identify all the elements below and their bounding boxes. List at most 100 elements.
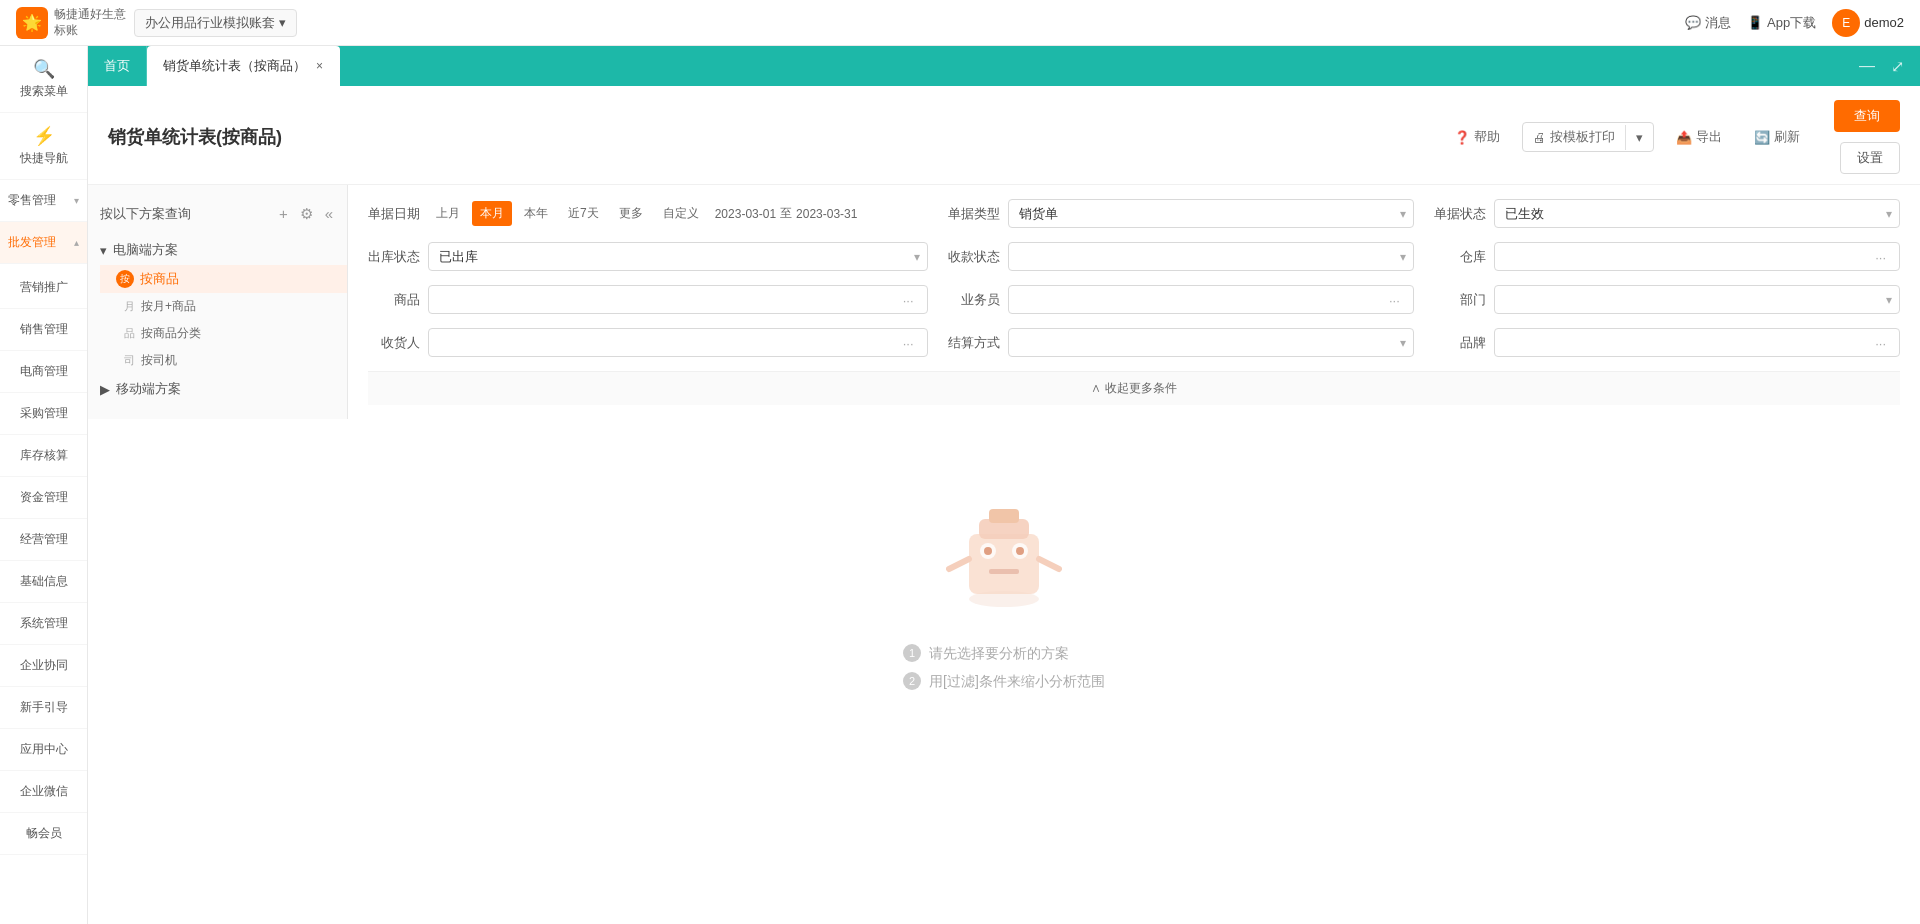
sidebar: 🔍 搜索菜单 ⚡ 快捷导航 零售管理 ▾ 批发管理 ▴ 营销推广 销售管理 电商… — [0, 46, 88, 924]
sidebar-item-basics[interactable]: 基础信息 — [0, 561, 87, 603]
content-area: 首页 销货单统计表（按商品） × — ⤢ 销货单统计表(按商品) ❓ — [88, 46, 1920, 924]
empty-state-illustration — [944, 499, 1064, 619]
product-input[interactable] — [428, 285, 928, 314]
tip1-text: 请先选择要分析的方案 — [929, 639, 1069, 667]
bill-type-select[interactable]: 销货单 — [1008, 199, 1414, 228]
filter-panel: 按以下方案查询 + ⚙ « ▾ 电脑端方案 — [88, 185, 1920, 419]
ecommerce-label: 电商管理 — [20, 364, 68, 378]
empty-tip-2: 2 用[过滤]条件来缩小分析范围 — [903, 667, 1105, 695]
bill-status-select[interactable]: 已生效 — [1494, 199, 1900, 228]
warehouse-label: 仓库 — [1434, 248, 1494, 266]
industry-selector[interactable]: 办公用品行业模拟账套 ▾ — [134, 9, 297, 37]
sidebar-item-quick-nav[interactable]: ⚡ 快捷导航 — [0, 113, 87, 180]
export-button[interactable]: 📤 导出 — [1666, 123, 1732, 151]
top-header: 🌟 畅捷通好生意 标账 办公用品行业模拟账套 ▾ 💬 消息 📱 App下载 E … — [0, 0, 1920, 46]
sidebar-item-purchase[interactable]: 采购管理 — [0, 393, 87, 435]
message-button[interactable]: 💬 消息 — [1685, 14, 1731, 32]
tab-sales-stats[interactable]: 销货单统计表（按商品） × — [147, 46, 340, 86]
date-tab-more[interactable]: 更多 — [611, 201, 651, 226]
help-button[interactable]: ❓ 帮助 — [1444, 123, 1510, 151]
sidebar-item-system[interactable]: 系统管理 — [0, 603, 87, 645]
sidebar-item-marketing[interactable]: 营销推广 — [0, 264, 87, 309]
print-dropdown-button[interactable]: ▾ — [1625, 125, 1653, 150]
tree-item-driver[interactable]: 司 按司机 — [100, 347, 347, 374]
industry-label: 办公用品行业模拟账套 — [145, 14, 275, 32]
tree-item-by-product[interactable]: 按 按商品 — [100, 265, 347, 293]
sidebar-item-finance[interactable]: 资金管理 — [0, 477, 87, 519]
date-tab-current-month[interactable]: 本月 — [472, 201, 512, 226]
sidebar-item-members[interactable]: 畅会员 — [0, 813, 87, 855]
sidebar-item-search[interactable]: 🔍 搜索菜单 — [0, 46, 87, 113]
operations-label: 经营管理 — [20, 532, 68, 546]
collapse-scheme-icon[interactable]: « — [323, 203, 335, 225]
payment-select[interactable] — [1008, 328, 1414, 357]
wholesale-label: 批发管理 — [8, 234, 56, 251]
refresh-button[interactable]: 🔄 刷新 — [1744, 123, 1810, 151]
refresh-icon: 🔄 — [1754, 130, 1770, 145]
dept-select[interactable] — [1494, 285, 1900, 314]
sidebar-item-corp-wechat[interactable]: 企业微信 — [0, 771, 87, 813]
print-button[interactable]: 🖨 按模板打印 — [1523, 123, 1625, 151]
product-dots-icon[interactable]: ··· — [897, 292, 920, 307]
sidebar-item-app-center[interactable]: 应用中心 — [0, 729, 87, 771]
sidebar-item-sales[interactable]: 销售管理 — [0, 309, 87, 351]
sidebar-item-operations[interactable]: 经营管理 — [0, 519, 87, 561]
tree-item-category-icon: 品 — [124, 326, 135, 341]
sidebar-item-retail[interactable]: 零售管理 ▾ — [0, 180, 87, 222]
basics-label: 基础信息 — [20, 574, 68, 588]
warehouse-dots-icon[interactable]: ··· — [1869, 249, 1892, 264]
sidebar-item-wholesale[interactable]: 批发管理 ▴ — [0, 222, 87, 264]
add-scheme-icon[interactable]: + — [277, 203, 290, 225]
date-tab-last-month[interactable]: 上月 — [428, 201, 468, 226]
print-icon: 🖨 — [1533, 130, 1546, 145]
sidebar-item-onboarding[interactable]: 新手引导 — [0, 687, 87, 729]
receiver-input[interactable] — [428, 328, 928, 357]
app-download-button[interactable]: 📱 App下载 — [1747, 14, 1816, 32]
tree-mobile-section[interactable]: ▶ 移动端方案 — [88, 374, 347, 404]
receiver-dots-icon[interactable]: ··· — [897, 335, 920, 350]
retail-label: 零售管理 — [8, 192, 56, 209]
purchase-label: 采购管理 — [20, 406, 68, 420]
filter-date: 单据日期 上月 本月 本年 近7天 更多 — [368, 201, 928, 226]
tree-pc-label: 电脑端方案 — [113, 241, 178, 259]
staff-dots-icon[interactable]: ··· — [1383, 292, 1406, 307]
filter-receiver: 收货人 ··· — [368, 328, 928, 357]
out-status-select[interactable]: 已出库 — [428, 242, 928, 271]
sidebar-item-ecommerce[interactable]: 电商管理 — [0, 351, 87, 393]
search-icon: 🔍 — [4, 58, 83, 80]
tab-minimize-icon[interactable]: — — [1855, 53, 1879, 79]
brand-dots-icon[interactable]: ··· — [1869, 335, 1892, 350]
date-label: 单据日期 — [368, 205, 428, 223]
tab-home[interactable]: 首页 — [88, 46, 147, 86]
collect-status-select[interactable] — [1008, 242, 1414, 271]
date-tab-custom[interactable]: 自定义 — [655, 201, 707, 226]
sidebar-item-inventory[interactable]: 库存核算 — [0, 435, 87, 477]
date-tab-current-year[interactable]: 本年 — [516, 201, 556, 226]
filter-left-header: 按以下方案查询 + ⚙ « — [88, 197, 347, 235]
query-button[interactable]: 查询 — [1834, 100, 1900, 132]
tab-home-label: 首页 — [104, 57, 130, 75]
tab-sales-stats-label: 销货单统计表（按商品） — [163, 57, 306, 75]
staff-input[interactable] — [1008, 285, 1414, 314]
collapse-bar[interactable]: ∧ 收起更多条件 — [368, 371, 1900, 405]
out-status-label: 出库状态 — [368, 248, 428, 266]
tree-mobile-expand-icon: ▶ — [100, 382, 110, 397]
header-left: 🌟 畅捷通好生意 标账 办公用品行业模拟账套 ▾ — [16, 7, 297, 39]
tab-maximize-icon[interactable]: ⤢ — [1887, 53, 1908, 80]
filter-warehouse: 仓库 ··· — [1434, 242, 1900, 271]
settings-button[interactable]: 设置 — [1840, 142, 1900, 174]
sidebar-item-enterprise[interactable]: 企业协同 — [0, 645, 87, 687]
tree-item-month-product[interactable]: 月 按月+商品 — [100, 293, 347, 320]
date-tab-7days[interactable]: 近7天 — [560, 201, 607, 226]
tree-pc-section[interactable]: ▾ 电脑端方案 — [88, 235, 347, 265]
settings-scheme-icon[interactable]: ⚙ — [298, 203, 315, 225]
product-label: 商品 — [368, 291, 428, 309]
query-actions: 查询 设置 — [1834, 100, 1900, 174]
tree-item-category[interactable]: 品 按商品分类 — [100, 320, 347, 347]
filter-bill-type: 单据类型 销货单 — [948, 199, 1414, 228]
collect-status-label: 收款状态 — [948, 248, 1008, 266]
brand-input[interactable] — [1494, 328, 1900, 357]
warehouse-input[interactable] — [1494, 242, 1900, 271]
tab-close-icon[interactable]: × — [316, 59, 323, 73]
user-area[interactable]: E demo2 — [1832, 9, 1904, 37]
